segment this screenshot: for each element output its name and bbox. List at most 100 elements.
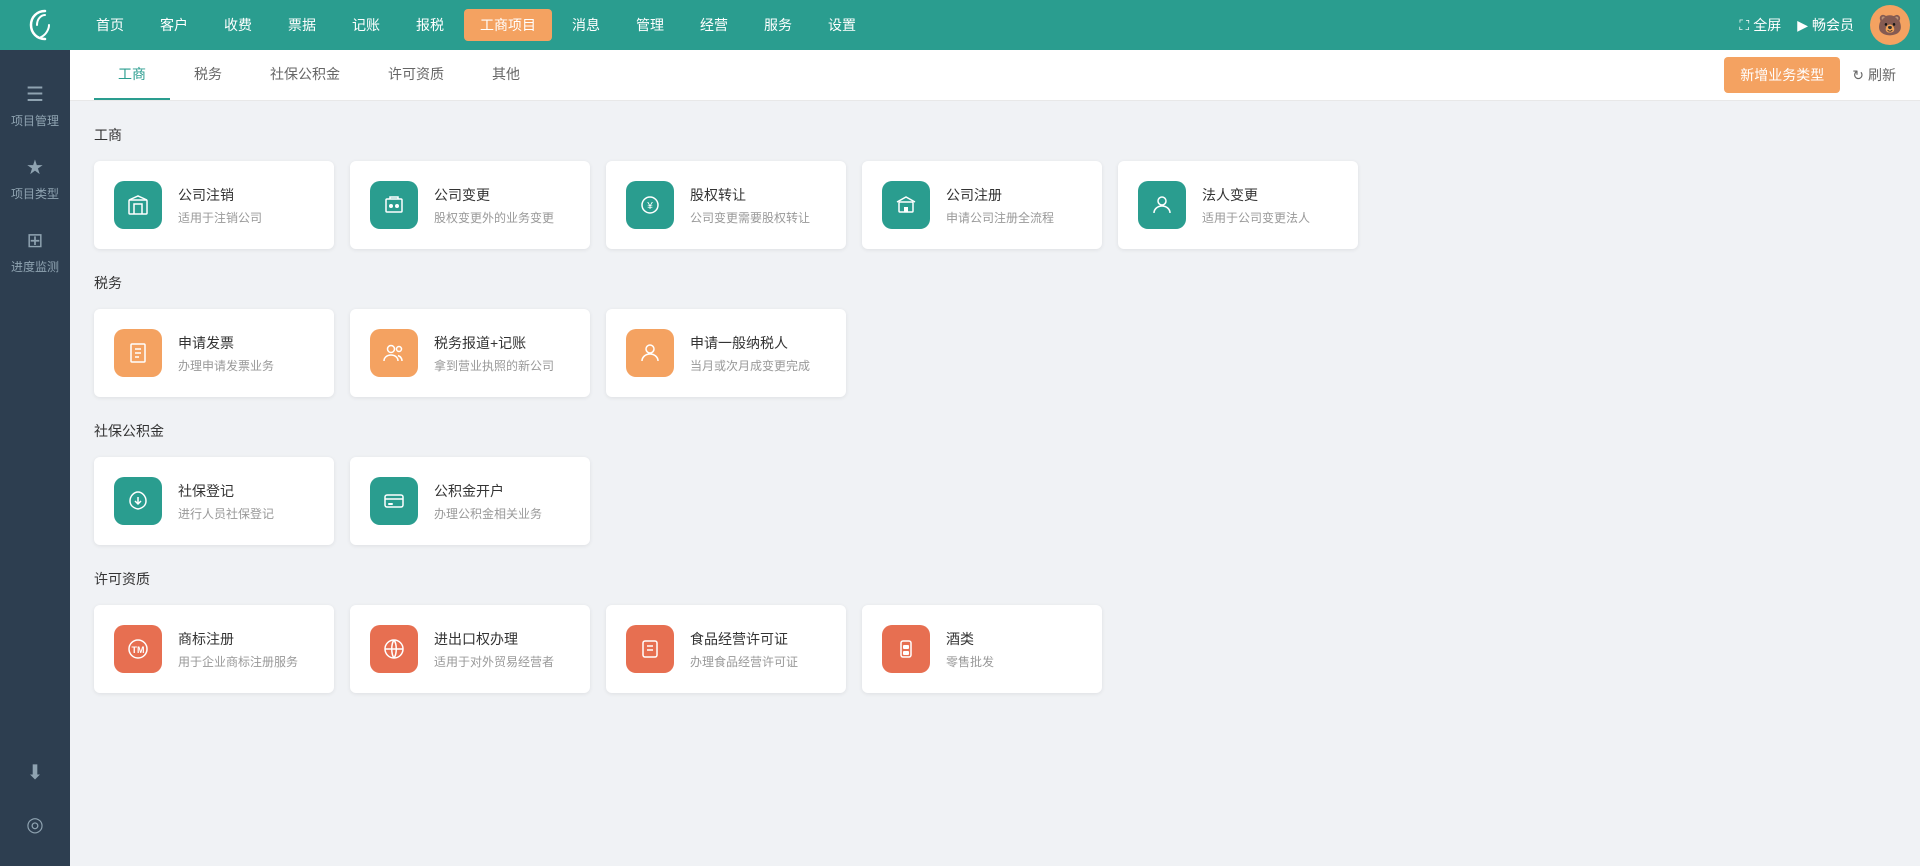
card-icon xyxy=(114,477,162,525)
sidebar-bottom-icon: ◎ xyxy=(21,810,49,838)
card-info: 税务报道+记账 拿到营业执照的新公司 xyxy=(434,333,554,374)
refresh-label: 刷新 xyxy=(1868,65,1896,85)
card-desc: 零售批发 xyxy=(946,653,994,670)
nav-item-报税[interactable]: 报税 xyxy=(400,9,460,41)
mascot-avatar: 🐻 xyxy=(1870,5,1910,45)
card-title: 公司变更 xyxy=(434,185,554,205)
card-公司变更[interactable]: 公司变更 股权变更外的业务变更 xyxy=(350,161,590,249)
nav-item-消息[interactable]: 消息 xyxy=(556,9,616,41)
card-税务报道+记账[interactable]: 税务报道+记账 拿到营业执照的新公司 xyxy=(350,309,590,397)
card-info: 公积金开户 办理公积金相关业务 xyxy=(434,481,542,522)
card-食品经营许可证[interactable]: 食品经营许可证 办理食品经营许可证 xyxy=(606,605,846,693)
tab-税务[interactable]: 税务 xyxy=(170,50,246,100)
card-desc: 办理申请发票业务 xyxy=(178,357,274,374)
nav-item-经营[interactable]: 经营 xyxy=(684,9,744,41)
sidebar-bottom-item[interactable]: ◎ xyxy=(0,798,70,850)
card-info: 股权转让 公司变更需要股权转让 xyxy=(690,185,810,226)
sidebar-item-进度监测[interactable]: ⊞进度监测 xyxy=(0,214,70,287)
card-酒类[interactable]: 酒类 零售批发 xyxy=(862,605,1102,693)
tab-bar: 工商税务社保公积金许可资质其他 新增业务类型 ↻ 刷新 xyxy=(70,50,1920,101)
tab-bar-tabs: 工商税务社保公积金许可资质其他 xyxy=(94,50,1724,100)
tab-工商[interactable]: 工商 xyxy=(94,50,170,100)
card-title: 股权转让 xyxy=(690,185,810,205)
card-desc: 用于企业商标注册服务 xyxy=(178,653,298,670)
card-info: 进出口权办理 适用于对外贸易经营者 xyxy=(434,629,554,670)
card-icon xyxy=(626,625,674,673)
svg-text:TM: TM xyxy=(132,645,145,655)
nav-item-管理[interactable]: 管理 xyxy=(620,9,680,41)
card-desc: 股权变更外的业务变更 xyxy=(434,209,554,226)
card-info: 申请一般纳税人 当月或次月成变更完成 xyxy=(690,333,810,374)
vip-button[interactable]: ▶ 畅会员 xyxy=(1797,15,1854,35)
card-icon xyxy=(370,625,418,673)
card-公司注册[interactable]: 公司注册 申请公司注册全流程 xyxy=(862,161,1102,249)
sidebar-item-项目类型[interactable]: ★项目类型 xyxy=(0,141,70,214)
card-进出口权办理[interactable]: 进出口权办理 适用于对外贸易经营者 xyxy=(350,605,590,693)
card-icon xyxy=(882,181,930,229)
vip-icon: ▶ xyxy=(1797,17,1808,34)
card-icon xyxy=(114,329,162,377)
card-icon xyxy=(370,329,418,377)
section-title: 社保公积金 xyxy=(94,421,1896,441)
card-desc: 申请公司注册全流程 xyxy=(946,209,1054,226)
card-title: 食品经营许可证 xyxy=(690,629,798,649)
card-icon: TM xyxy=(114,625,162,673)
card-desc: 办理公积金相关业务 xyxy=(434,505,542,522)
card-公司注销[interactable]: 公司注销 适用于注销公司 xyxy=(94,161,334,249)
card-公积金开户[interactable]: 公积金开户 办理公积金相关业务 xyxy=(350,457,590,545)
card-申请发票[interactable]: 申请发票 办理申请发票业务 xyxy=(94,309,334,397)
card-info: 法人变更 适用于公司变更法人 xyxy=(1202,185,1310,226)
fullscreen-icon: ⛶ xyxy=(1739,17,1749,34)
nav-item-设置[interactable]: 设置 xyxy=(812,9,872,41)
logo-area xyxy=(10,7,80,43)
card-desc: 公司变更需要股权转让 xyxy=(690,209,810,226)
section-社保公积金: 社保公积金 社保登记 进行人员社保登记 公积金开户 办理公积金相关业务 xyxy=(94,421,1896,545)
card-icon xyxy=(626,329,674,377)
sidebar-label: 进度监测 xyxy=(11,258,59,275)
refresh-button[interactable]: ↻ 刷新 xyxy=(1852,65,1896,85)
tab-许可资质[interactable]: 许可资质 xyxy=(364,50,468,100)
sidebar-bottom-item[interactable]: ⬇ xyxy=(0,746,70,798)
card-info: 公司注册 申请公司注册全流程 xyxy=(946,185,1054,226)
nav-item-服务[interactable]: 服务 xyxy=(748,9,808,41)
card-info: 申请发票 办理申请发票业务 xyxy=(178,333,274,374)
vip-label: 畅会员 xyxy=(1812,15,1854,35)
card-title: 税务报道+记账 xyxy=(434,333,554,353)
nav-item-工商项目[interactable]: 工商项目 xyxy=(464,9,552,41)
svg-text:¥: ¥ xyxy=(646,201,653,212)
card-desc: 进行人员社保登记 xyxy=(178,505,274,522)
card-desc: 拿到营业执照的新公司 xyxy=(434,357,554,374)
card-社保登记[interactable]: 社保登记 进行人员社保登记 xyxy=(94,457,334,545)
card-商标注册[interactable]: TM 商标注册 用于企业商标注册服务 xyxy=(94,605,334,693)
nav-item-客户[interactable]: 客户 xyxy=(144,9,204,41)
nav-item-票据[interactable]: 票据 xyxy=(272,9,332,41)
fullscreen-button[interactable]: ⛶ 全屏 xyxy=(1739,15,1781,35)
cards-grid: 社保登记 进行人员社保登记 公积金开户 办理公积金相关业务 xyxy=(94,457,1896,545)
card-desc: 当月或次月成变更完成 xyxy=(690,357,810,374)
sidebar-item-项目管理[interactable]: ☰项目管理 xyxy=(0,68,70,141)
card-info: 酒类 零售批发 xyxy=(946,629,994,670)
card-title: 商标注册 xyxy=(178,629,298,649)
card-desc: 适用于注销公司 xyxy=(178,209,262,226)
nav-right: ⛶ 全屏 ▶ 畅会员 🐻 xyxy=(1739,5,1910,45)
tab-其他[interactable]: 其他 xyxy=(468,50,544,100)
card-info: 商标注册 用于企业商标注册服务 xyxy=(178,629,298,670)
nav-item-记账[interactable]: 记账 xyxy=(336,9,396,41)
tab-社保公积金[interactable]: 社保公积金 xyxy=(246,50,364,100)
content-area: 工商税务社保公积金许可资质其他 新增业务类型 ↻ 刷新 工商 公司注销 适用于注… xyxy=(70,50,1920,866)
card-法人变更[interactable]: 法人变更 适用于公司变更法人 xyxy=(1118,161,1358,249)
nav-item-首页[interactable]: 首页 xyxy=(80,9,140,41)
logo-icon xyxy=(27,7,63,43)
fullscreen-label: 全屏 xyxy=(1753,15,1781,35)
add-type-button[interactable]: 新增业务类型 xyxy=(1724,57,1840,93)
sidebar-label: 项目管理 xyxy=(11,112,59,129)
card-申请一般纳税人[interactable]: 申请一般纳税人 当月或次月成变更完成 xyxy=(606,309,846,397)
card-icon xyxy=(370,477,418,525)
card-股权转让[interactable]: ¥ 股权转让 公司变更需要股权转让 xyxy=(606,161,846,249)
card-icon xyxy=(114,181,162,229)
cards-grid: 申请发票 办理申请发票业务 税务报道+记账 拿到营业执照的新公司 申请一般纳税人… xyxy=(94,309,1896,397)
refresh-icon: ↻ xyxy=(1852,67,1864,84)
nav-item-收费[interactable]: 收费 xyxy=(208,9,268,41)
section-工商: 工商 公司注销 适用于注销公司 公司变更 股权变更外的业务变更 ¥ 股权转让 xyxy=(94,125,1896,249)
sidebar-bottom: ⬇◎ xyxy=(0,746,70,866)
